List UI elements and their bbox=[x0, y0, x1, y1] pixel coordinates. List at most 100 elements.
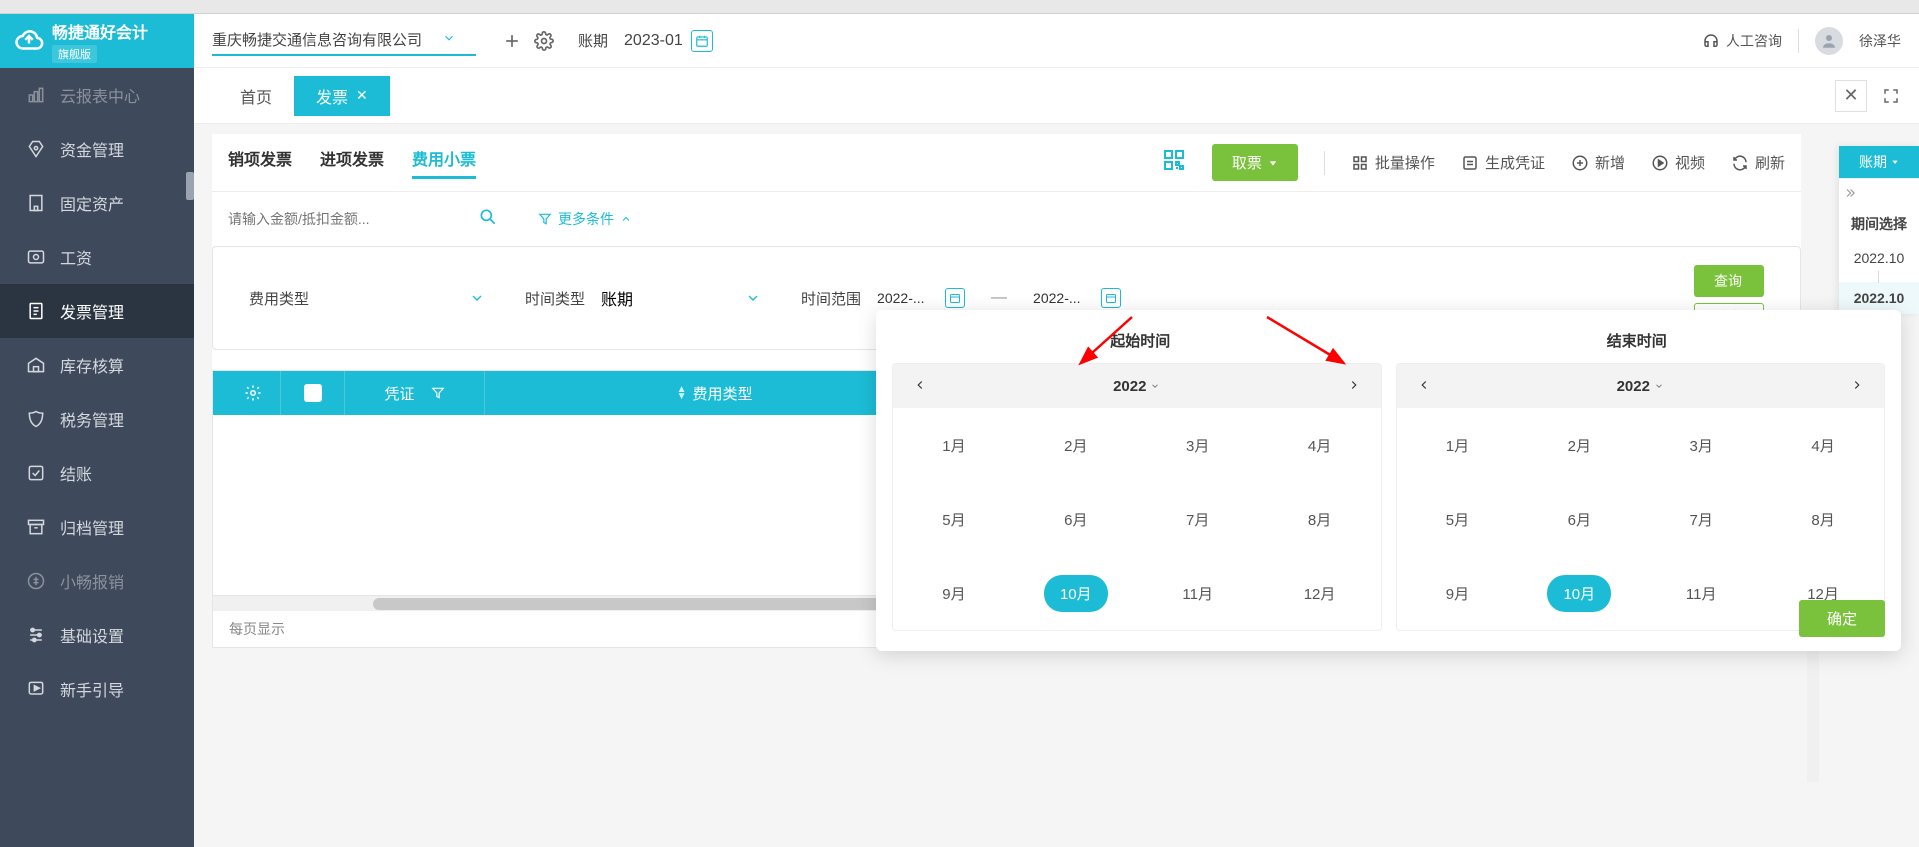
sidebar-item-0[interactable]: 云报表中心 bbox=[0, 68, 194, 122]
month-cell[interactable]: 10月 bbox=[1015, 556, 1137, 630]
sidebar-item-4[interactable]: 发票管理 bbox=[0, 284, 194, 338]
sidebar-item-8[interactable]: 归档管理 bbox=[0, 500, 194, 554]
date-to-input[interactable]: 2022-... bbox=[1033, 288, 1121, 308]
chevron-down-icon bbox=[745, 290, 761, 306]
year-selector-start[interactable]: 2022 bbox=[1113, 378, 1160, 395]
month-cell[interactable]: 4月 bbox=[1259, 408, 1381, 482]
divider bbox=[1324, 151, 1325, 175]
search-button[interactable]: 查询 bbox=[1694, 265, 1764, 297]
fetch-button[interactable]: 取票 bbox=[1212, 144, 1298, 181]
filter-time-type-value: 账期 bbox=[601, 286, 633, 310]
period-collapse-toggle[interactable] bbox=[1839, 178, 1919, 206]
sidebar-item-1[interactable]: 资金管理 bbox=[0, 122, 194, 176]
month-cell[interactable]: 5月 bbox=[893, 482, 1015, 556]
sidebar-item-5[interactable]: 库存核算 bbox=[0, 338, 194, 392]
consult-link[interactable]: 人工咨询 bbox=[1702, 31, 1782, 51]
tab-invoice[interactable]: 发票 ✕ bbox=[294, 76, 390, 116]
calendar-icon[interactable] bbox=[691, 30, 713, 52]
sidebar-item-11[interactable]: 新手引导 bbox=[0, 662, 194, 716]
next-year-button[interactable] bbox=[1850, 376, 1864, 397]
tab-home[interactable]: 首页 bbox=[218, 76, 294, 116]
sidebar-resize-handle[interactable] bbox=[186, 172, 194, 200]
date-from-input[interactable]: 2022-... bbox=[877, 288, 965, 308]
sidebar-item-label: 归档管理 bbox=[60, 515, 124, 539]
prev-year-button[interactable] bbox=[1417, 376, 1431, 397]
add-button[interactable] bbox=[496, 25, 528, 57]
sidebar-item-3[interactable]: 工资 bbox=[0, 230, 194, 284]
subtab-purchase[interactable]: 进项发票 bbox=[320, 146, 384, 179]
month-cell[interactable]: 7月 bbox=[1137, 482, 1259, 556]
gen-voucher-action[interactable]: 生成凭证 bbox=[1461, 152, 1545, 173]
search-row: 更多条件 bbox=[212, 192, 1801, 246]
month-cell[interactable]: 11月 bbox=[1137, 556, 1259, 630]
sidebar-item-7[interactable]: 结账 bbox=[0, 446, 194, 500]
play-circle-icon bbox=[1651, 154, 1669, 172]
year-end-value: 2022 bbox=[1617, 378, 1650, 395]
filter-time-type-select[interactable]: 账期 bbox=[601, 282, 761, 314]
more-filter-toggle[interactable]: 更多条件 bbox=[538, 209, 632, 229]
month-cell[interactable]: 2月 bbox=[1518, 408, 1640, 482]
period-value: 2023-01 bbox=[624, 32, 683, 50]
period-float-button[interactable]: 账期 bbox=[1839, 146, 1919, 178]
period-from[interactable]: 2022.10 bbox=[1839, 242, 1919, 274]
month-cell[interactable]: 6月 bbox=[1015, 482, 1137, 556]
month-cell[interactable]: 6月 bbox=[1518, 482, 1640, 556]
refresh-action[interactable]: 刷新 bbox=[1731, 152, 1785, 173]
qrcode-icon[interactable] bbox=[1162, 148, 1186, 177]
column-checkbox[interactable] bbox=[281, 371, 345, 415]
subtab-sales[interactable]: 销项发票 bbox=[228, 146, 292, 179]
column-settings[interactable] bbox=[225, 371, 281, 415]
month-cell[interactable]: 3月 bbox=[1640, 408, 1762, 482]
video-action[interactable]: 视频 bbox=[1651, 152, 1705, 173]
company-selector[interactable]: 重庆畅捷交通信息咨询有限公司 bbox=[212, 29, 476, 56]
caret-down-icon bbox=[1268, 158, 1278, 168]
search-icon[interactable] bbox=[478, 207, 498, 232]
close-icon[interactable]: ✕ bbox=[356, 87, 368, 104]
chevron-down-icon bbox=[1150, 381, 1160, 391]
month-cell[interactable]: 7月 bbox=[1640, 482, 1762, 556]
month-label: 6月 bbox=[1568, 509, 1591, 530]
month-cell[interactable]: 4月 bbox=[1762, 408, 1884, 482]
user-avatar[interactable] bbox=[1815, 27, 1843, 55]
close-all-button[interactable]: ✕ bbox=[1835, 80, 1867, 112]
month-cell[interactable]: 3月 bbox=[1137, 408, 1259, 482]
month-cell[interactable]: 8月 bbox=[1762, 482, 1884, 556]
month-cell[interactable]: 12月 bbox=[1259, 556, 1381, 630]
year-start-value: 2022 bbox=[1113, 378, 1146, 395]
sidebar-item-2[interactable]: 固定资产 bbox=[0, 176, 194, 230]
month-cell[interactable]: 9月 bbox=[893, 556, 1015, 630]
subtab-expense[interactable]: 费用小票 bbox=[412, 146, 476, 179]
add-label: 新增 bbox=[1595, 152, 1625, 173]
sidebar-item-6[interactable]: 税务管理 bbox=[0, 392, 194, 446]
filter-expense-type-select[interactable] bbox=[325, 282, 485, 314]
voucher-icon bbox=[1461, 154, 1479, 172]
month-label: 7月 bbox=[1690, 509, 1713, 530]
sidebar-item-10[interactable]: 基础设置 bbox=[0, 608, 194, 662]
col-voucher-label: 凭证 bbox=[384, 383, 414, 404]
sidebar-item-9[interactable]: 小畅报销 bbox=[0, 554, 194, 608]
add-action[interactable]: 新增 bbox=[1571, 152, 1625, 173]
month-cell[interactable]: 9月 bbox=[1397, 556, 1519, 630]
fullscreen-button[interactable] bbox=[1875, 80, 1907, 112]
warehouse-icon bbox=[26, 355, 46, 375]
month-cell[interactable]: 10月 bbox=[1518, 556, 1640, 630]
year-selector-end[interactable]: 2022 bbox=[1617, 378, 1664, 395]
calendar-icon bbox=[945, 288, 965, 308]
next-year-button[interactable] bbox=[1347, 376, 1361, 397]
month-cell[interactable]: 1月 bbox=[1397, 408, 1519, 482]
month-cell[interactable]: 8月 bbox=[1259, 482, 1381, 556]
search-input[interactable] bbox=[228, 211, 468, 227]
calendar-start: 2022 1月2月3月4月 5月6月7月8月 9月10月11月12月 bbox=[892, 363, 1382, 631]
month-cell[interactable]: 11月 bbox=[1640, 556, 1762, 630]
confirm-button[interactable]: 确定 bbox=[1799, 600, 1885, 637]
checkbox[interactable] bbox=[304, 384, 322, 402]
range-dash: — bbox=[991, 289, 1007, 307]
archive-icon bbox=[26, 517, 46, 537]
prev-year-button[interactable] bbox=[913, 376, 927, 397]
month-cell[interactable]: 5月 bbox=[1397, 482, 1519, 556]
batch-action[interactable]: 批量操作 bbox=[1351, 152, 1435, 173]
settings-button[interactable] bbox=[528, 25, 560, 57]
month-cell[interactable]: 1月 bbox=[893, 408, 1015, 482]
month-cell[interactable]: 2月 bbox=[1015, 408, 1137, 482]
column-voucher[interactable]: 凭证 bbox=[345, 371, 485, 415]
